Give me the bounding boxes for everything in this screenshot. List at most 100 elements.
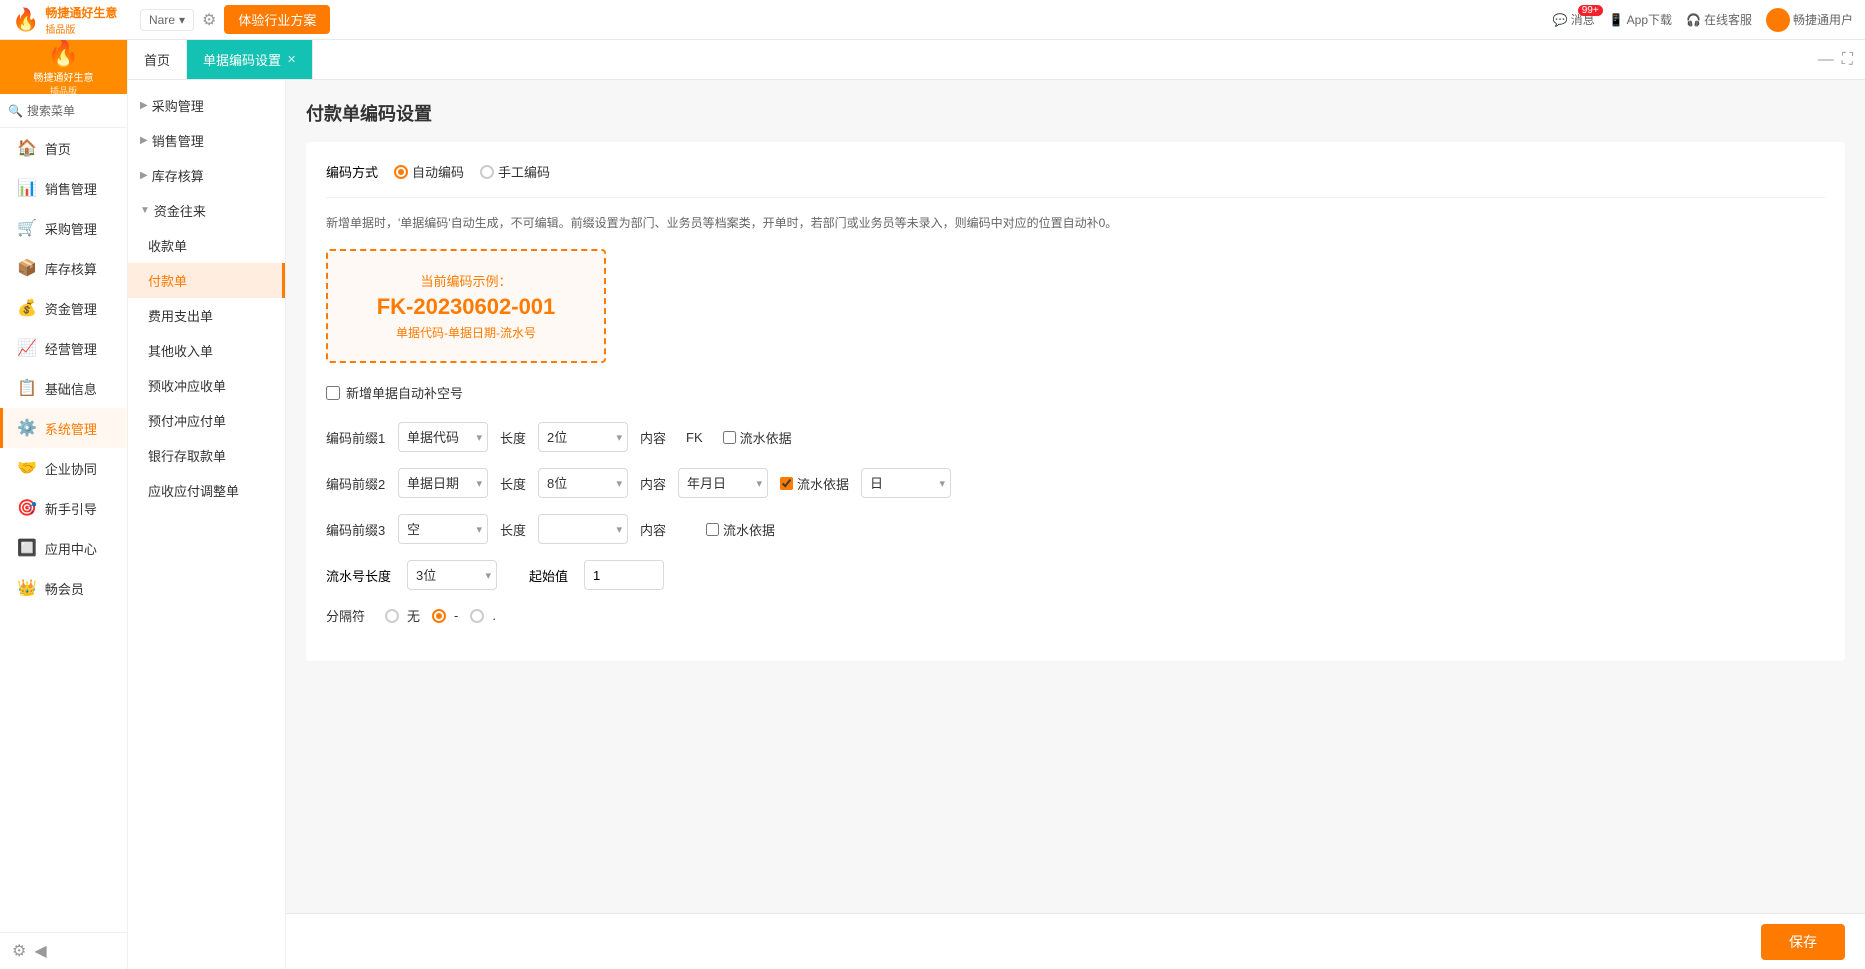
serial-check-1[interactable]: 流水依据	[723, 428, 792, 447]
sidebar-item-guide[interactable]: 🎯 新手引导	[0, 488, 127, 528]
prefix-row-2: 编码前缀2 单据代码 单据日期 空 长度	[326, 468, 1825, 498]
sidebar-item-label: 畅会员	[45, 579, 84, 598]
sub-item-expense[interactable]: 费用支出单	[128, 298, 285, 333]
group-purchase: ▶ 采购管理	[128, 88, 285, 123]
workspace-dropdown[interactable]: Nare ▾	[140, 9, 194, 31]
sidebar-item-apps[interactable]: 🔲 应用中心	[0, 528, 127, 568]
prefix-3-select[interactable]: 单据代码 单据日期 空	[398, 514, 488, 544]
sidebar-item-label: 经营管理	[45, 339, 97, 358]
serial-option-2-select[interactable]: 日 月 年	[861, 468, 951, 498]
app-download-button[interactable]: 📱 App下载	[1609, 11, 1672, 28]
auto-fill-checkbox[interactable]	[326, 386, 340, 400]
brand-name: 畅捷通好生意	[45, 4, 117, 21]
sub-item-payment[interactable]: 付款单	[128, 263, 285, 298]
settings-panel: 编码方式 自动编码 手工编码	[306, 142, 1845, 661]
sidebar-item-system[interactable]: ⚙️ 系统管理	[0, 408, 127, 448]
sidebar-item-operation[interactable]: 📈 经营管理	[0, 328, 127, 368]
sidebar-item-finance[interactable]: 💰 资金管理	[0, 288, 127, 328]
group-purchase-header[interactable]: ▶ 采购管理	[128, 88, 285, 123]
sidebar-item-inventory[interactable]: 📦 库存核算	[0, 248, 127, 288]
group-sales: ▶ 销售管理	[128, 123, 285, 158]
group-inventory: ▶ 库存核算	[128, 158, 285, 193]
prefix-1-select-wrapper: 单据代码 单据日期 空	[398, 422, 488, 452]
avatar-icon	[1766, 8, 1790, 32]
prefix-2-select[interactable]: 单据代码 单据日期 空	[398, 468, 488, 498]
group-capital-header[interactable]: ▼ 资金往来	[128, 193, 285, 228]
collapse-icon[interactable]: ◀	[34, 941, 46, 961]
serial-checkbox-2[interactable]	[780, 477, 793, 490]
serial-checkbox-3[interactable]	[706, 523, 719, 536]
sub-item-other-income[interactable]: 其他收入单	[128, 333, 285, 368]
sidebar-item-label: 新手引导	[45, 499, 97, 518]
length-2-select[interactable]: 2位 3位 8位	[538, 468, 628, 498]
sales-icon: 📊	[17, 178, 37, 198]
serial-checkbox-1[interactable]	[723, 431, 736, 444]
length-1-select-wrapper: 2位 3位 4位	[538, 422, 628, 452]
group-sales-header[interactable]: ▶ 销售管理	[128, 123, 285, 158]
sub-item-bank[interactable]: 银行存取款单	[128, 438, 285, 473]
start-value-input[interactable]	[584, 560, 664, 590]
arrow-right-icon: ▶	[140, 170, 148, 181]
app-download-label: App下载	[1627, 11, 1672, 28]
sidebar-item-basic[interactable]: 📋 基础信息	[0, 368, 127, 408]
serial-check-3[interactable]: 流水依据	[706, 520, 775, 539]
top-bar: 🔥 畅捷通好生意 插品版 Nare ▾ ⚙ 体验行业方案 💬 消息 99+ 📱 …	[0, 0, 1865, 40]
experience-button[interactable]: 体验行业方案	[224, 5, 330, 34]
prefix-1-select[interactable]: 单据代码 单据日期 空	[398, 422, 488, 452]
sep-dash-radio-dot	[432, 609, 446, 623]
group-label: 销售管理	[152, 131, 204, 150]
minimize-icon[interactable]: —	[1818, 51, 1834, 69]
serial-check-2[interactable]: 流水依据	[780, 474, 849, 493]
settings-icon[interactable]: ⚙	[12, 941, 26, 961]
save-button[interactable]: 保存	[1761, 924, 1845, 960]
sidebar-item-purchase[interactable]: 🛒 采购管理	[0, 208, 127, 248]
sidebar-item-enterprise[interactable]: 🤝 企业协同	[0, 448, 127, 488]
sub-item-receipt[interactable]: 收款单	[128, 228, 285, 263]
content-2-label: 内容	[640, 474, 666, 493]
sidebar-item-sales[interactable]: 📊 销售管理	[0, 168, 127, 208]
sidebar-item-label: 企业协同	[45, 459, 97, 478]
brand-icon: 🔥	[12, 7, 39, 33]
gear-icon[interactable]: ⚙	[202, 10, 216, 30]
tab-code-settings[interactable]: 单据编码设置 ✕	[187, 40, 313, 79]
length-1-select[interactable]: 2位 3位 4位	[538, 422, 628, 452]
search-menu-button[interactable]: 🔍 搜索菜单	[0, 94, 127, 128]
sub-item-prepay-payable[interactable]: 预付冲应付单	[128, 403, 285, 438]
sidebar-item-vip[interactable]: 👑 畅会员	[0, 568, 127, 608]
sub-item-prepay-receivable[interactable]: 预收冲应收单	[128, 368, 285, 403]
message-icon: 💬	[1553, 13, 1568, 27]
online-service-label: 在线客服	[1704, 11, 1752, 28]
sep-dash-radio[interactable]: -	[432, 608, 458, 623]
online-service-button[interactable]: 🎧 在线客服	[1686, 11, 1752, 28]
message-button[interactable]: 💬 消息 99+	[1553, 11, 1595, 28]
serial-length-label: 流水号长度	[326, 566, 391, 585]
sidebar-item-home[interactable]: 🏠 首页	[0, 128, 127, 168]
serial-length-select[interactable]: 2位 3位 4位	[407, 560, 497, 590]
sep-none-radio[interactable]: 无	[385, 606, 420, 625]
sep-dot-radio[interactable]: .	[470, 608, 496, 623]
content-2-select[interactable]: 年月日 年月 年	[678, 468, 768, 498]
logo-icon: 🔥	[47, 40, 79, 69]
auto-code-radio[interactable]: 自动编码	[394, 162, 464, 181]
maximize-icon[interactable]: ⛶	[1842, 51, 1853, 69]
tab-home[interactable]: 首页	[128, 40, 187, 79]
sub-item-adjustment[interactable]: 应收应付调整单	[128, 473, 285, 508]
service-icon: 🎧	[1686, 13, 1701, 27]
arrow-right-icon: ▶	[140, 100, 148, 111]
group-inventory-header[interactable]: ▶ 库存核算	[128, 158, 285, 193]
sidebar: 🔥 畅捷通好生意 插品版 🔍 搜索菜单 🏠 首页 📊 销售管理 🛒 采购管理 📦	[0, 40, 128, 969]
prefix-row-3: 编码前缀3 单据代码 单据日期 空 长度	[326, 514, 1825, 544]
length-3-select[interactable]	[538, 514, 628, 544]
tab-home-label: 首页	[144, 50, 170, 69]
description-text: 新增单据时，'单据编码'自动生成，不可编辑。前缀设置为部门、业务员等档案类，开单…	[326, 214, 1825, 233]
sidebar-item-label: 应用中心	[45, 539, 97, 558]
serial-label-2: 流水依据	[797, 474, 849, 493]
code-preview-value: FK-20230602-001	[348, 294, 584, 320]
sub-content: ▶ 采购管理 ▶ 销售管理 ▶ 库存核算	[128, 80, 1865, 969]
length-2-label: 长度	[500, 474, 526, 493]
system-icon: ⚙️	[17, 418, 37, 438]
brand-sub: 插品版	[45, 21, 117, 36]
user-avatar[interactable]: 畅捷通用户	[1766, 8, 1853, 32]
tab-close-icon[interactable]: ✕	[287, 53, 296, 66]
manual-code-radio[interactable]: 手工编码	[480, 162, 550, 181]
